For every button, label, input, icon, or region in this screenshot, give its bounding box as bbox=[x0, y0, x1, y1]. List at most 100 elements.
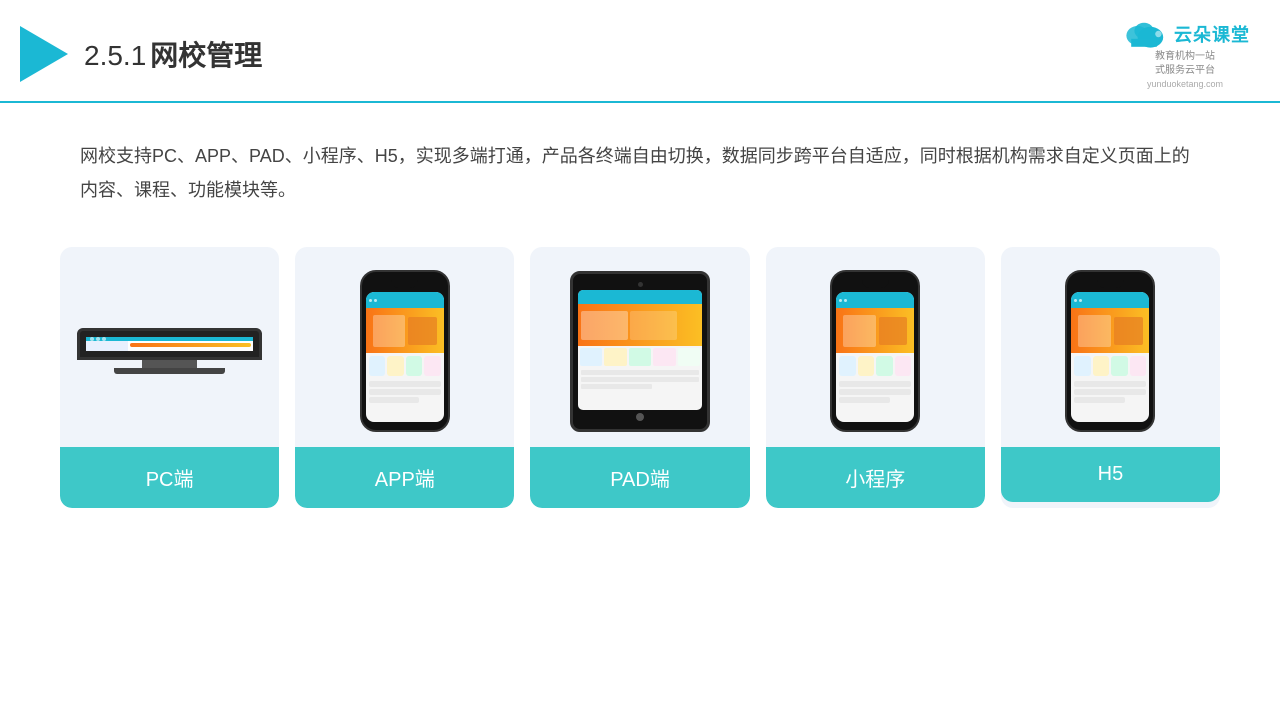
phone-nav-dot bbox=[374, 299, 377, 302]
phone-icon bbox=[858, 356, 875, 376]
phone-screen-h5 bbox=[1071, 292, 1149, 422]
phone-icon bbox=[1130, 356, 1147, 376]
pad-label: PAD端 bbox=[530, 447, 749, 508]
phone-banner-right bbox=[408, 317, 437, 345]
brand-url: yunduoketang.com bbox=[1147, 79, 1223, 89]
pad-nav bbox=[578, 290, 702, 304]
phone-banner-app bbox=[366, 308, 444, 354]
phone-notch-h5 bbox=[1097, 280, 1124, 288]
miniprogram-preview bbox=[766, 247, 985, 447]
h5-preview bbox=[1001, 247, 1220, 447]
device-card-app: APP端 bbox=[295, 247, 514, 508]
pad-home-button bbox=[636, 413, 644, 421]
header-left: 2.5.1网校管理 bbox=[20, 26, 262, 82]
phone-icons-row-app bbox=[366, 353, 444, 379]
phone-banner-mini bbox=[836, 308, 914, 354]
phone-icon bbox=[387, 356, 404, 376]
pad-content-row bbox=[581, 384, 652, 389]
phone-content-row bbox=[1074, 389, 1146, 395]
brand-tagline: 教育机构一站 式服务云平台 bbox=[1155, 50, 1215, 78]
phone-content-row bbox=[1074, 381, 1146, 387]
phone-notch-app bbox=[391, 280, 418, 288]
pad-icon bbox=[604, 348, 626, 366]
logo-triangle-icon bbox=[20, 26, 68, 82]
phone-banner-h5 bbox=[1071, 308, 1149, 354]
phone-content-rows-h5 bbox=[1071, 379, 1149, 405]
pad-banner-block bbox=[581, 311, 628, 340]
phone-icon bbox=[1074, 356, 1091, 376]
miniprogram-label: 小程序 bbox=[766, 447, 985, 508]
phone-icon bbox=[369, 356, 386, 376]
pc-stand bbox=[142, 360, 198, 368]
phone-icon bbox=[839, 356, 856, 376]
phone-screen-mini bbox=[836, 292, 914, 422]
pad-banner-block bbox=[630, 311, 677, 340]
phone-icons-row-mini bbox=[836, 353, 914, 379]
pc-screen-content bbox=[86, 337, 253, 351]
phone-mockup-app bbox=[360, 270, 450, 432]
phone-screen-app bbox=[366, 292, 444, 422]
pad-mockup bbox=[570, 271, 710, 432]
phone-mockup-mini bbox=[830, 270, 920, 432]
phone-content-row bbox=[839, 389, 911, 395]
phone-banner-right bbox=[879, 317, 908, 345]
pc-screen bbox=[77, 328, 262, 360]
phone-mockup-h5 bbox=[1065, 270, 1155, 432]
pc-sidebar bbox=[86, 341, 128, 351]
pad-banner bbox=[578, 304, 702, 346]
device-card-miniprogram: 小程序 bbox=[766, 247, 985, 508]
description-text: 网校支持PC、APP、PAD、小程序、H5，实现多端打通，产品各终端自由切换，数… bbox=[0, 103, 1280, 227]
app-label: APP端 bbox=[295, 447, 514, 508]
cloud-icon bbox=[1120, 18, 1168, 50]
phone-outer-mini bbox=[830, 270, 920, 432]
phone-nav-dot bbox=[1079, 299, 1082, 302]
brand-logo: 云朵课堂 教育机构一站 式服务云平台 yunduoketang.com bbox=[1120, 18, 1250, 89]
phone-nav-dot bbox=[369, 299, 372, 302]
pad-content bbox=[578, 368, 702, 391]
phone-content-rows bbox=[366, 379, 444, 405]
phone-icons-row-h5 bbox=[1071, 353, 1149, 379]
phone-icon bbox=[424, 356, 441, 376]
pad-icon bbox=[653, 348, 675, 366]
pad-content-row bbox=[581, 377, 699, 382]
pc-label: PC端 bbox=[60, 447, 279, 508]
phone-content-row bbox=[839, 381, 911, 387]
device-cards-container: PC端 bbox=[0, 227, 1280, 538]
phone-content-row bbox=[369, 381, 441, 387]
phone-icon bbox=[876, 356, 893, 376]
phone-banner-left bbox=[373, 315, 405, 347]
phone-nav-h5 bbox=[1071, 292, 1149, 308]
pad-icon bbox=[678, 348, 700, 366]
pc-base bbox=[114, 368, 225, 374]
phone-nav-app bbox=[366, 292, 444, 308]
pad-screen bbox=[578, 290, 702, 410]
phone-banner-right bbox=[1114, 317, 1143, 345]
brand-cloud: 云朵课堂 bbox=[1120, 18, 1250, 50]
phone-outer-h5 bbox=[1065, 270, 1155, 432]
pad-icon-row bbox=[578, 346, 702, 368]
pc-main bbox=[128, 341, 254, 351]
pc-mockup bbox=[77, 328, 262, 374]
h5-label: H5 bbox=[1001, 447, 1220, 502]
pad-content-row bbox=[581, 370, 699, 375]
app-preview bbox=[295, 247, 514, 447]
phone-content-row bbox=[1074, 397, 1124, 403]
device-card-pad: PAD端 bbox=[530, 247, 749, 508]
pad-camera bbox=[638, 282, 643, 287]
phone-nav-dot bbox=[844, 299, 847, 302]
pc-preview bbox=[60, 247, 279, 447]
phone-nav-dot bbox=[839, 299, 842, 302]
pad-preview bbox=[530, 247, 749, 447]
phone-nav-mini bbox=[836, 292, 914, 308]
phone-content-row bbox=[369, 389, 441, 395]
phone-content-row bbox=[839, 397, 889, 403]
phone-icon bbox=[406, 356, 423, 376]
pad-icon bbox=[580, 348, 602, 366]
pc-body bbox=[86, 341, 253, 351]
header: 2.5.1网校管理 云朵课堂 教育机构一站 式服务云平台 yunduoketan… bbox=[0, 0, 1280, 103]
phone-icon bbox=[1093, 356, 1110, 376]
page-title: 2.5.1网校管理 bbox=[84, 34, 262, 74]
phone-notch-mini bbox=[862, 280, 889, 288]
pad-outer bbox=[570, 271, 710, 432]
phone-icon bbox=[1111, 356, 1128, 376]
